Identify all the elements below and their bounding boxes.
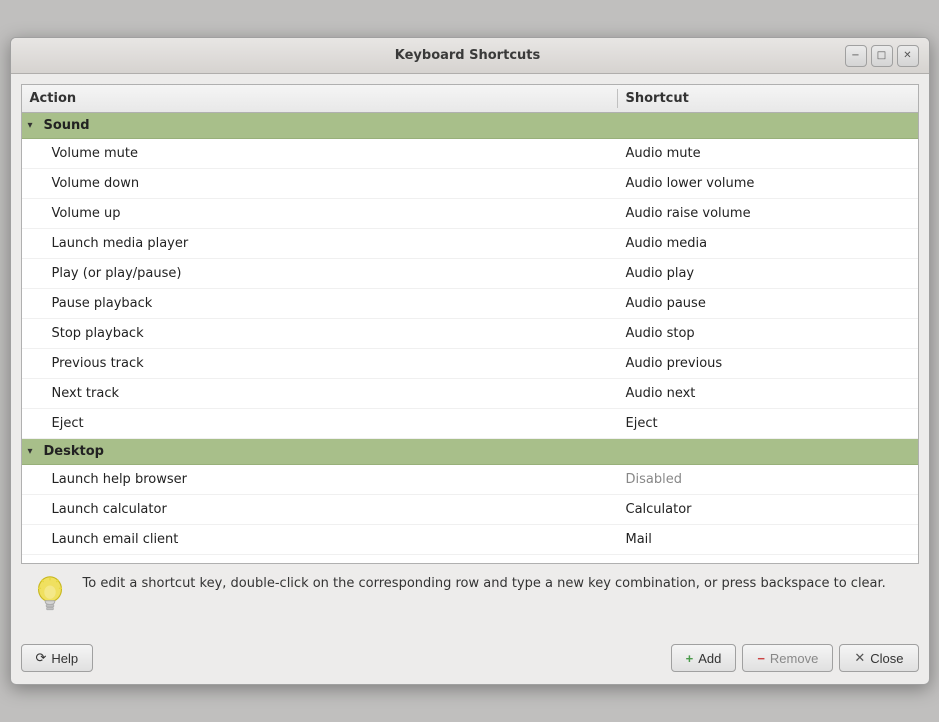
row-action: Launch email client	[22, 530, 618, 549]
minimize-button[interactable]: −	[845, 45, 867, 67]
table-row[interactable]: Volume muteAudio mute	[22, 139, 918, 169]
info-text: To edit a shortcut key, double-click on …	[83, 574, 886, 594]
close-icon: ✕	[903, 50, 911, 61]
row-shortcut: Eject	[618, 414, 918, 433]
table-row[interactable]: Launch media playerAudio media	[22, 229, 918, 259]
group-row-0[interactable]: ▾Sound	[22, 113, 918, 139]
btn-group-right: + Add − Remove ✕ Close	[671, 644, 919, 672]
row-action: Volume down	[22, 174, 618, 193]
table-body[interactable]: ▾SoundVolume muteAudio muteVolume downAu…	[22, 113, 918, 563]
row-shortcut: Mail	[618, 530, 918, 549]
group-row-1[interactable]: ▾Desktop	[22, 439, 918, 465]
header-shortcut: Shortcut	[618, 89, 918, 108]
table-row[interactable]: Next trackAudio next	[22, 379, 918, 409]
row-action: Launch media player	[22, 234, 618, 253]
window-title: Keyboard Shortcuts	[91, 48, 845, 63]
remove-label: Remove	[770, 651, 818, 666]
group-arrow: ▾	[28, 446, 42, 457]
help-button[interactable]: ⟳ Help	[21, 644, 94, 672]
remove-icon: −	[757, 651, 765, 666]
titlebar-controls: − □ ✕	[845, 45, 919, 67]
table-row[interactable]: EjectEject	[22, 409, 918, 439]
maximize-icon: □	[877, 50, 886, 61]
row-shortcut: Audio play	[618, 264, 918, 283]
table-row[interactable]: Launch help browserDisabled	[22, 465, 918, 495]
row-action: Volume mute	[22, 144, 618, 163]
row-action: Play (or play/pause)	[22, 264, 618, 283]
keyboard-shortcuts-window: Keyboard Shortcuts − □ ✕ Action Shortcut…	[10, 37, 930, 685]
row-action: Launch help browser	[22, 470, 618, 489]
table-row[interactable]: Pause playbackAudio pause	[22, 289, 918, 319]
content-area: Action Shortcut ▾SoundVolume muteAudio m…	[11, 74, 929, 636]
table-row[interactable]: Play (or play/pause)Audio play	[22, 259, 918, 289]
row-action: Eject	[22, 414, 618, 433]
close-button-bar[interactable]: ✕ Close	[839, 644, 918, 672]
button-bar: ⟳ Help + Add − Remove ✕ Close	[11, 636, 929, 684]
row-shortcut: Audio lower volume	[618, 174, 918, 193]
row-action: Next track	[22, 384, 618, 403]
row-shortcut: Audio raise volume	[618, 204, 918, 223]
info-section: To edit a shortcut key, double-click on …	[21, 564, 919, 626]
group-arrow: ▾	[28, 120, 42, 131]
remove-button[interactable]: − Remove	[742, 644, 833, 672]
row-shortcut: Disabled	[618, 470, 918, 489]
minimize-icon: −	[851, 50, 859, 61]
table-row[interactable]: Volume upAudio raise volume	[22, 199, 918, 229]
table-row[interactable]: Launch calculatorCalculator	[22, 495, 918, 525]
table-row[interactable]: Volume downAudio lower volume	[22, 169, 918, 199]
add-icon: +	[686, 651, 694, 666]
table-header: Action Shortcut	[22, 85, 918, 113]
table-row[interactable]: Launch email clientMail	[22, 525, 918, 555]
row-shortcut: Audio media	[618, 234, 918, 253]
maximize-button[interactable]: □	[871, 45, 893, 67]
close-label: Close	[870, 651, 903, 666]
add-button[interactable]: + Add	[671, 644, 737, 672]
row-action: Pause playback	[22, 294, 618, 313]
row-shortcut: Audio mute	[618, 144, 918, 163]
row-action: Launch calculator	[22, 500, 618, 519]
table-row[interactable]: Stop playbackAudio stop	[22, 319, 918, 349]
row-action: Stop playback	[22, 324, 618, 343]
info-icon	[29, 574, 71, 616]
group-label: Sound	[44, 118, 90, 133]
row-action: Volume up	[22, 204, 618, 223]
row-shortcut: Audio stop	[618, 324, 918, 343]
row-shortcut: Audio previous	[618, 354, 918, 373]
help-label: Help	[51, 651, 78, 666]
row-shortcut: Audio next	[618, 384, 918, 403]
row-shortcut: Calculator	[618, 500, 918, 519]
row-action: Previous track	[22, 354, 618, 373]
header-action: Action	[22, 89, 618, 108]
add-label: Add	[698, 651, 721, 666]
help-icon: ⟳	[36, 650, 47, 666]
table-row[interactable]: Previous trackAudio previous	[22, 349, 918, 379]
titlebar: Keyboard Shortcuts − □ ✕	[11, 38, 929, 74]
lightbulb-icon	[32, 574, 68, 616]
close-button[interactable]: ✕	[897, 45, 919, 67]
row-shortcut: Audio pause	[618, 294, 918, 313]
close-btn-icon: ✕	[854, 650, 865, 666]
group-label: Desktop	[44, 444, 104, 459]
shortcuts-table: Action Shortcut ▾SoundVolume muteAudio m…	[21, 84, 919, 564]
